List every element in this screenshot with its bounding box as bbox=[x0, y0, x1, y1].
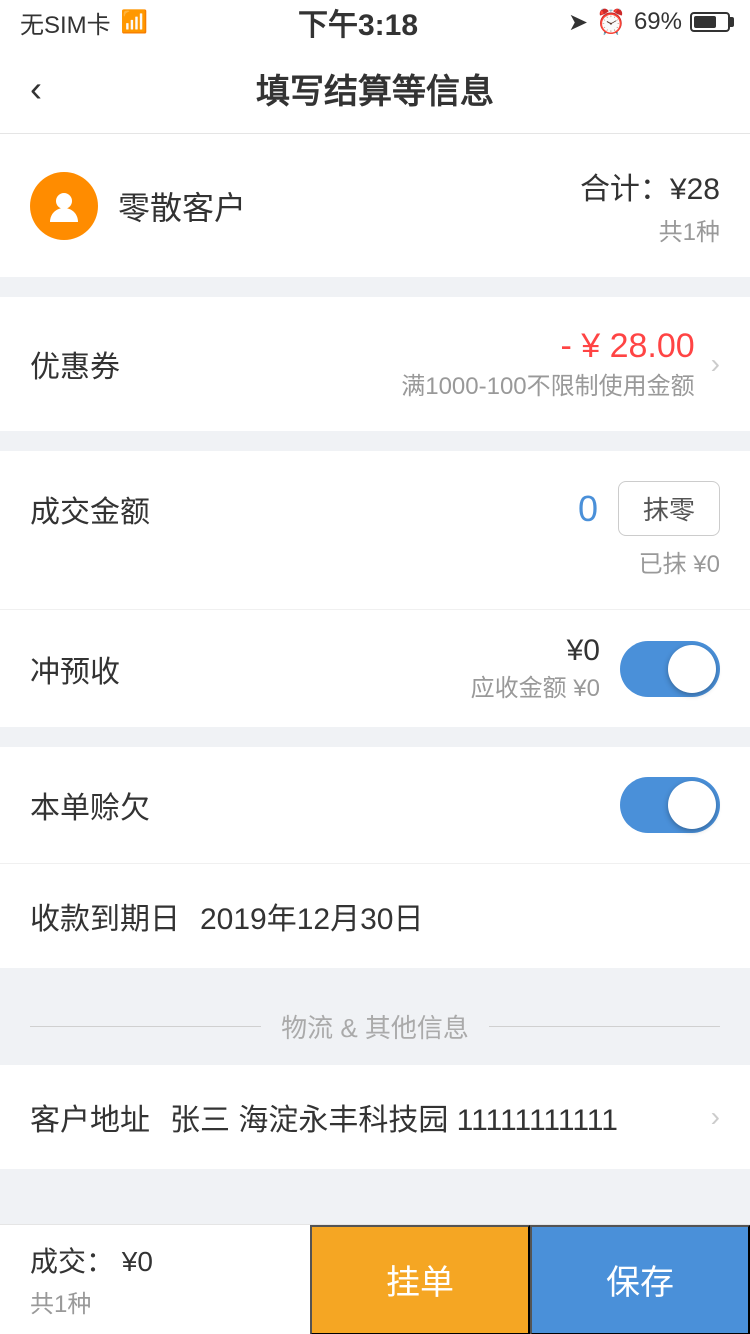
customer-section: 零散客户 合计：¥28 共1种 bbox=[0, 134, 750, 277]
customer-total: 合计：¥28 bbox=[580, 164, 720, 208]
credit-row: 本单赊欠 bbox=[0, 747, 750, 863]
deal-amount-value[interactable]: 0 bbox=[578, 488, 598, 530]
deal-amount-bottom: 已抹 ¥0 bbox=[30, 544, 720, 579]
battery-percent: 69% bbox=[634, 8, 682, 36]
coupon-right: - ¥ 28.00 满1000-100不限制使用金额 › bbox=[401, 327, 720, 401]
prepay-right: ¥0 应收金额 ¥0 bbox=[471, 634, 720, 703]
address-label: 客户地址 bbox=[30, 1095, 150, 1139]
save-button[interactable]: 保存 bbox=[530, 1225, 750, 1334]
sim-text: 无SIM卡 bbox=[20, 5, 111, 40]
due-date-label: 收款到期日 bbox=[30, 894, 180, 938]
prepay-label: 冲预收 bbox=[30, 647, 120, 691]
wifi-icon: 📶 bbox=[121, 9, 148, 35]
customer-count: 共1种 bbox=[580, 212, 720, 247]
address-chevron-icon: › bbox=[711, 1101, 720, 1133]
logistics-line-left bbox=[30, 1026, 261, 1027]
customer-name: 零散客户 bbox=[118, 183, 246, 229]
prepay-toggle[interactable] bbox=[620, 641, 720, 697]
logistics-line-right bbox=[489, 1026, 720, 1027]
credit-label: 本单赊欠 bbox=[30, 783, 150, 827]
coupon-value: - ¥ 28.00 bbox=[401, 327, 694, 366]
deal-amount-row: 成交金额 0 抹零 已抹 ¥0 bbox=[0, 451, 750, 609]
prepay-values: ¥0 应收金额 ¥0 bbox=[471, 634, 600, 703]
customer-summary: 合计：¥28 共1种 bbox=[580, 164, 720, 247]
coupon-label: 优惠券 bbox=[30, 342, 120, 386]
bottom-count: 共1种 bbox=[30, 1284, 280, 1319]
main-content: 零散客户 合计：¥28 共1种 优惠券 - ¥ 28.00 满1000-100不… bbox=[0, 134, 750, 1329]
round-zero-button[interactable]: 抹零 bbox=[618, 481, 720, 536]
battery-icon bbox=[690, 12, 730, 32]
toggle-knob bbox=[668, 645, 716, 693]
status-right: ➤ ⏰ 69% bbox=[568, 8, 730, 37]
coupon-section: 优惠券 - ¥ 28.00 满1000-100不限制使用金额 › bbox=[0, 297, 750, 431]
coupon-hint: 满1000-100不限制使用金额 bbox=[401, 366, 694, 401]
bottom-bar: 成交： ¥0 共1种 挂单 保存 bbox=[0, 1224, 750, 1334]
bottom-summary-top: 成交： ¥0 bbox=[30, 1240, 280, 1280]
credit-toggle-knob bbox=[668, 781, 716, 829]
address-section: 客户地址 张三 海淀永丰科技园 11111111111 › bbox=[0, 1065, 750, 1169]
coupon-row[interactable]: 优惠券 - ¥ 28.00 满1000-100不限制使用金额 › bbox=[0, 297, 750, 431]
avatar bbox=[30, 172, 98, 240]
bottom-deal-amount: ¥0 bbox=[122, 1246, 153, 1277]
page-title: 填写结算等信息 bbox=[256, 64, 494, 113]
address-value: 张三 海淀永丰科技园 11111111111 bbox=[170, 1095, 711, 1139]
deal-row-top: 成交金额 0 抹零 bbox=[30, 481, 720, 536]
due-date-value: 2019年12月30日 bbox=[200, 894, 423, 938]
prepay-amount: ¥0 bbox=[471, 634, 600, 668]
back-button[interactable]: ‹ bbox=[30, 68, 90, 110]
status-bar: 无SIM卡 📶 下午3:18 ➤ ⏰ 69% bbox=[0, 0, 750, 44]
credit-toggle[interactable] bbox=[620, 777, 720, 833]
coupon-chevron-icon: › bbox=[711, 348, 720, 380]
hold-button[interactable]: 挂单 bbox=[310, 1225, 530, 1334]
location-icon: ➤ bbox=[568, 8, 588, 37]
nav-bar: ‹ 填写结算等信息 bbox=[0, 44, 750, 134]
prepay-row: 冲预收 ¥0 应收金额 ¥0 bbox=[0, 609, 750, 727]
alarm-icon: ⏰ bbox=[596, 8, 626, 37]
bottom-summary: 成交： ¥0 共1种 bbox=[0, 1240, 310, 1319]
status-time: 下午3:18 bbox=[298, 0, 418, 44]
logistics-header: 物流 & 其他信息 bbox=[0, 988, 750, 1065]
bottom-deal-label: 成交： bbox=[30, 1246, 114, 1277]
due-date-row[interactable]: 收款到期日 2019年12月30日 bbox=[0, 863, 750, 968]
customer-row: 零散客户 合计：¥28 共1种 bbox=[0, 134, 750, 277]
credit-section: 本单赊欠 收款到期日 2019年12月30日 bbox=[0, 747, 750, 968]
address-row[interactable]: 客户地址 张三 海淀永丰科技园 11111111111 › bbox=[0, 1065, 750, 1169]
status-left: 无SIM卡 📶 bbox=[20, 5, 148, 40]
deal-amount-label: 成交金额 bbox=[30, 487, 150, 531]
logistics-text: 物流 & 其他信息 bbox=[261, 1008, 489, 1045]
customer-left: 零散客户 bbox=[30, 172, 246, 240]
deal-section: 成交金额 0 抹零 已抹 ¥0 冲预收 ¥0 应收金额 ¥0 bbox=[0, 451, 750, 727]
prepay-hint: 应收金额 ¥0 bbox=[471, 668, 600, 703]
